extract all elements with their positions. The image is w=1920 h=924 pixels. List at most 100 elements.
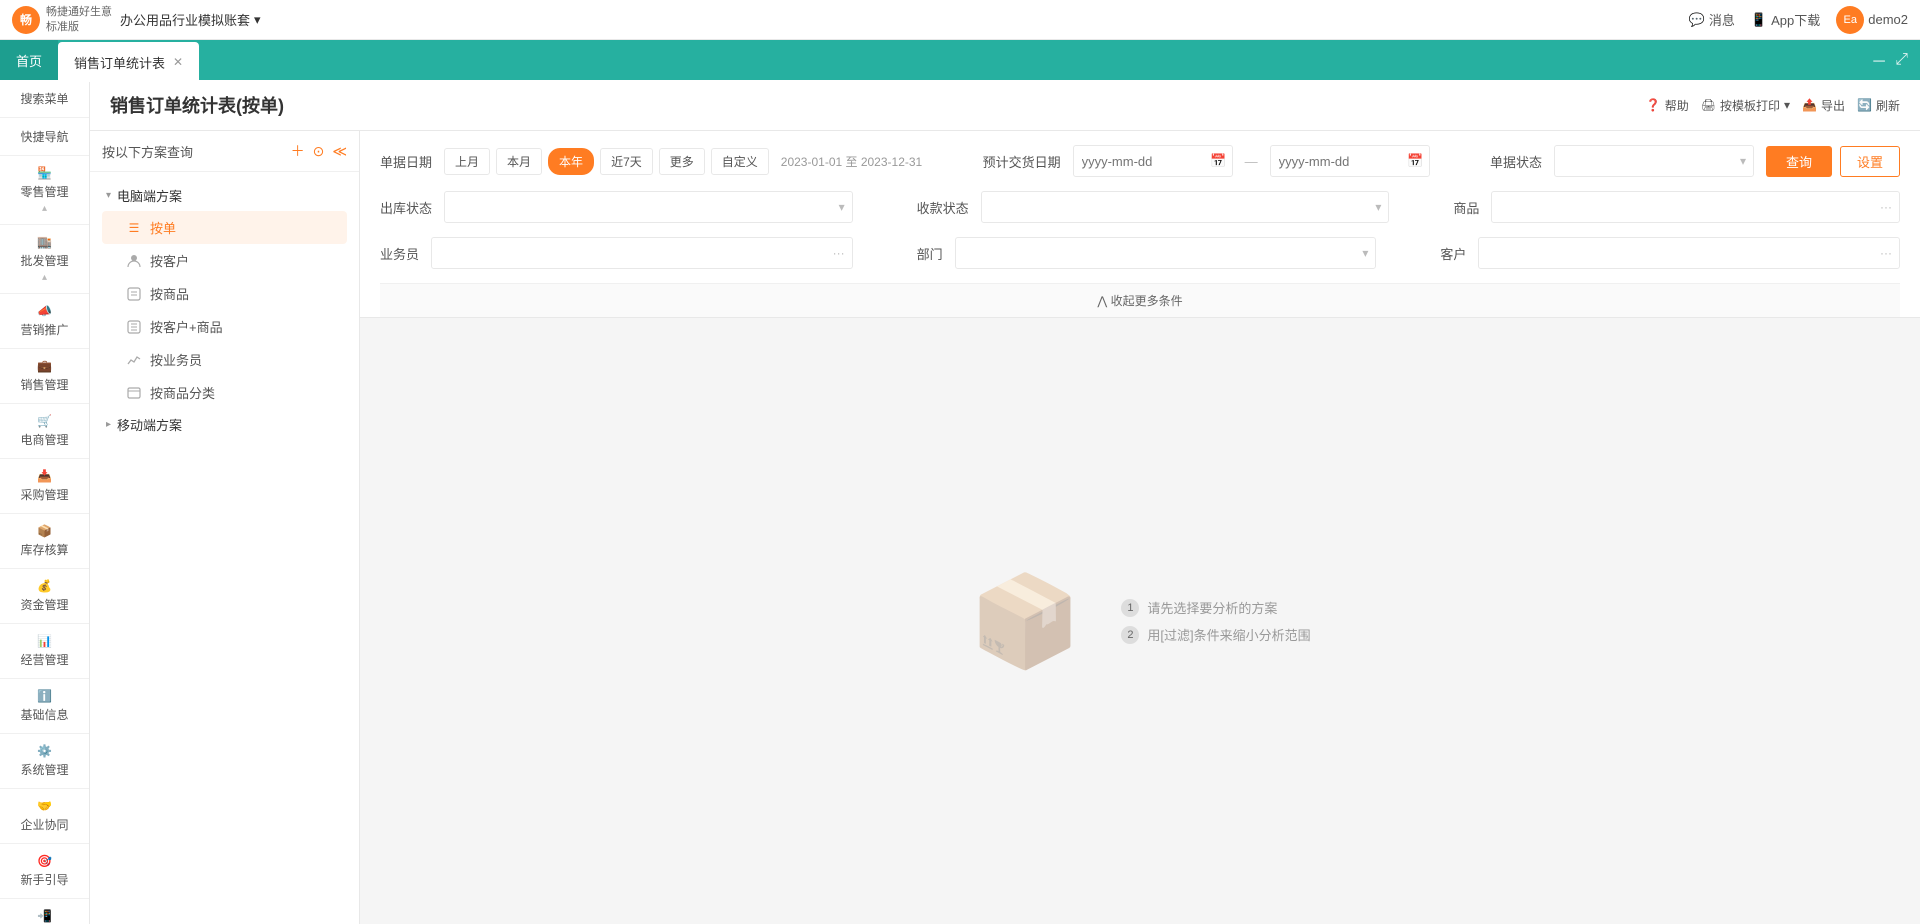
sidebar-item-marketing[interactable]: 📣 营销推广	[0, 294, 89, 348]
empty-tip-1: 1 请先选择要分析的方案	[1121, 598, 1310, 617]
sidebar-item-apps[interactable]: 📲 应用中心	[0, 899, 89, 924]
maximize-icon[interactable]: ⤢	[1895, 51, 1908, 69]
tab-sales-order-stat[interactable]: 销售订单统计表 ✕	[58, 42, 199, 82]
tip-num-1: 1	[1121, 599, 1139, 617]
sidebar-section-finance: 💰 资金管理	[0, 569, 89, 624]
product-select-wrap: ···	[1491, 191, 1900, 223]
scheme-tree: ▾ 电脑端方案 ☰ 按单 按客户	[90, 172, 359, 448]
sidebar-section-sales: 💼 销售管理	[0, 349, 89, 404]
by-customer-product-icon	[126, 319, 142, 335]
scheme-item-by-customer-product[interactable]: 按客户+商品	[102, 310, 347, 343]
sidebar-item-sales[interactable]: 💼 销售管理	[0, 349, 89, 403]
apps-icon: 📲	[37, 909, 52, 923]
sidebar-item-purchase[interactable]: 📥 采购管理	[0, 459, 89, 513]
product-label: 商品	[1453, 198, 1479, 217]
sidebar-section-apps: 📲 应用中心	[0, 899, 89, 924]
message-button[interactable]: 💬 消息	[1689, 10, 1735, 29]
breadcrumb-arrow-icon: ▾	[254, 12, 261, 28]
date-btn-last7days[interactable]: 近7天	[600, 148, 653, 175]
tab-close-icon[interactable]: ✕	[173, 55, 183, 69]
sidebar-section-newbie: 🎯 新手引导	[0, 844, 89, 899]
delivery-status-select[interactable]	[444, 191, 853, 223]
logo-icon: 畅	[12, 6, 40, 34]
sidebar-item-system[interactable]: ⚙️ 系统管理	[0, 734, 89, 788]
sidebar-search[interactable]: 搜索菜单	[0, 80, 89, 118]
refresh-button[interactable]: 🔄 刷新	[1857, 97, 1900, 114]
filter-row-3: 业务员 ··· 部门 ▾	[380, 237, 1900, 269]
top-bar-right: 💬 消息 📱 App下载 Ea demo2	[1689, 6, 1908, 34]
print-arrow-icon: ▾	[1784, 98, 1790, 112]
tab-home[interactable]: 首页	[0, 40, 58, 80]
department-select[interactable]	[955, 237, 1377, 269]
table-area: 📦 1 请先选择要分析的方案 2 用[过滤]条件来缩小分析范围	[360, 318, 1920, 924]
scheme-item-by-product-category[interactable]: 按商品分类	[102, 376, 347, 409]
export-button[interactable]: 📤 导出	[1802, 97, 1845, 114]
product-input[interactable]	[1491, 191, 1900, 223]
collapse-bar[interactable]: ⋀ 收起更多条件	[380, 283, 1900, 317]
empty-tips: 1 请先选择要分析的方案 2 用[过滤]条件来缩小分析范围	[1121, 598, 1310, 644]
delivery-status-select-wrap: ▾	[444, 191, 853, 223]
minimize-icon[interactable]: －	[1871, 48, 1887, 72]
sidebar-item-retail[interactable]: 🏪 零售管理 ▴	[0, 156, 89, 224]
query-button[interactable]: 查询	[1766, 146, 1832, 177]
pc-group-arrow-icon: ▾	[106, 190, 111, 201]
customer-input[interactable]	[1478, 237, 1900, 269]
expected-date-start-input[interactable]	[1073, 145, 1233, 177]
sidebar-item-enterprise[interactable]: 🤝 企业协同	[0, 789, 89, 843]
inventory-icon: 📦	[37, 524, 52, 538]
status-select-wrap: ▾	[1554, 145, 1754, 177]
page-area: 销售订单统计表(按单) ❓ 帮助 🖨 按模板打印 ▾ 📤 导出 🔄 刷新	[90, 80, 1920, 924]
retail-arrow-icon: ▴	[42, 203, 47, 214]
app-download-button[interactable]: 📱 App下载	[1751, 10, 1820, 29]
expected-date-end-input[interactable]	[1270, 145, 1430, 177]
customer-select-wrap: ···	[1478, 237, 1900, 269]
salesperson-input[interactable]	[431, 237, 853, 269]
sidebar-quick-nav[interactable]: 快捷导航	[0, 118, 89, 156]
status-select[interactable]	[1554, 145, 1754, 177]
sidebar-item-ecommerce[interactable]: 🛒 电商管理	[0, 404, 89, 458]
setting-button[interactable]: 设置	[1840, 146, 1900, 177]
filter-panel: 单据日期 上月 本月 本年 近7天 更多 自定义 2023-01-01 至 20…	[360, 131, 1920, 318]
by-product-category-icon	[126, 385, 142, 401]
template-print-button[interactable]: 🖨 按模板打印 ▾	[1701, 97, 1790, 114]
date-range-text: 2023-01-01 至 2023-12-31	[781, 153, 922, 170]
expected-date-label: 预计交货日期	[983, 152, 1061, 171]
logo-area: 畅 畅捷通好生意 标准版	[12, 5, 112, 34]
sidebar-item-inventory[interactable]: 📦 库存核算	[0, 514, 89, 568]
sidebar-item-newbie[interactable]: 🎯 新手引导	[0, 844, 89, 898]
sidebar-item-basic[interactable]: ℹ️ 基础信息	[0, 679, 89, 733]
scheme-item-by-order[interactable]: ☰ 按单	[102, 211, 347, 244]
user-name: demo2	[1868, 12, 1908, 27]
scheme-group-mobile-header[interactable]: ▸ 移动端方案	[102, 409, 347, 440]
scheme-item-by-customer[interactable]: 按客户	[102, 244, 347, 277]
avatar: Ea	[1836, 6, 1864, 34]
ecommerce-icon: 🛒	[37, 414, 52, 428]
print-icon: 🖨	[1701, 98, 1716, 112]
sidebar-item-finance[interactable]: 💰 资金管理	[0, 569, 89, 623]
empty-tip-2: 2 用[过滤]条件来缩小分析范围	[1121, 625, 1310, 644]
page-header: 销售订单统计表(按单) ❓ 帮助 🖨 按模板打印 ▾ 📤 导出 🔄 刷新	[90, 80, 1920, 131]
sidebar-section-purchase: 📥 采购管理	[0, 459, 89, 514]
scheme-group-pc-header[interactable]: ▾ 电脑端方案	[102, 180, 347, 211]
date-btn-this-year[interactable]: 本年	[548, 148, 594, 175]
date-btn-custom[interactable]: 自定义	[711, 148, 769, 175]
date-btn-last-month[interactable]: 上月	[444, 148, 490, 175]
left-panel-header: 按以下方案查询 ＋ ⊙ ≪	[90, 131, 359, 172]
add-scheme-icon[interactable]: ＋	[291, 141, 305, 161]
settings-scheme-icon[interactable]: ⊙	[313, 143, 325, 160]
payment-status-label: 收款状态	[917, 198, 969, 217]
date-btn-this-month[interactable]: 本月	[496, 148, 542, 175]
sidebar-item-operation[interactable]: 📊 经营管理	[0, 624, 89, 678]
date-btn-more[interactable]: 更多	[659, 148, 705, 175]
scheme-item-by-product[interactable]: 按商品	[102, 277, 347, 310]
sidebar-item-wholesale[interactable]: 🏬 批发管理 ▴	[0, 225, 89, 293]
sidebar-section-operation: 📊 经营管理	[0, 624, 89, 679]
help-button[interactable]: ❓ 帮助	[1646, 97, 1689, 114]
breadcrumb-area: 办公用品行业模拟账套 ▾	[120, 10, 261, 29]
scheme-item-by-salesperson[interactable]: 按业务员	[102, 343, 347, 376]
empty-illustration: 📦	[969, 569, 1081, 674]
collapse-panel-icon[interactable]: ≪	[332, 143, 347, 160]
user-area[interactable]: Ea demo2	[1836, 6, 1908, 34]
payment-status-select[interactable]	[981, 191, 1390, 223]
top-bar: 畅 畅捷通好生意 标准版 办公用品行业模拟账套 ▾ 💬 消息 📱 App下载 E…	[0, 0, 1920, 40]
